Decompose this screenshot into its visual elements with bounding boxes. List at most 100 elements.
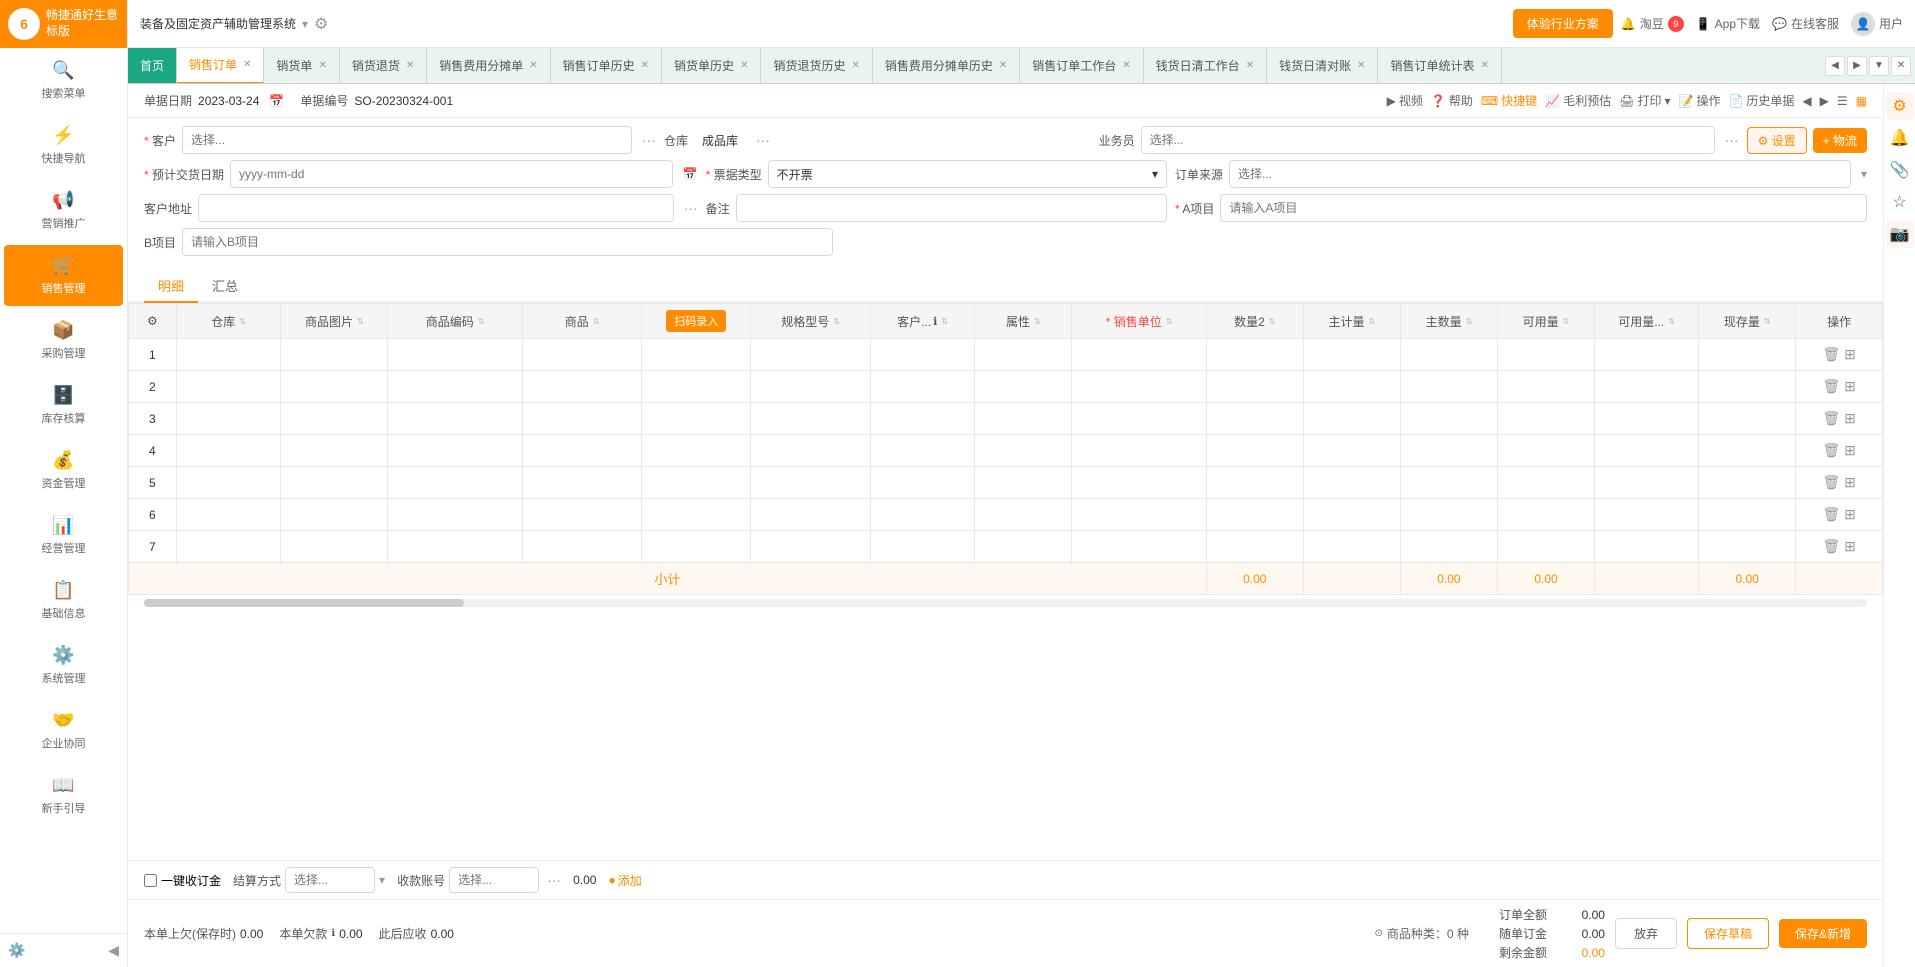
cell-5-7[interactable] <box>975 467 1072 499</box>
cell-3-10[interactable] <box>1303 403 1400 435</box>
delivery-calendar-icon[interactable]: 📅 <box>683 167 698 181</box>
cell-5-13[interactable] <box>1595 467 1699 499</box>
cell-6-5[interactable] <box>751 499 870 531</box>
cell-7-0[interactable] <box>176 531 281 563</box>
cell-2-6[interactable] <box>870 371 975 403</box>
cell-4-8[interactable] <box>1072 435 1206 467</box>
row-delete-1[interactable]: 🗑 <box>1822 346 1840 363</box>
date-value[interactable]: 2023-03-24 <box>198 94 259 108</box>
cell-4-5[interactable] <box>751 435 870 467</box>
th-main-unit-sort[interactable]: ⇅ <box>1369 317 1376 326</box>
cell-3-0[interactable] <box>176 403 281 435</box>
cell-5-3[interactable] <box>522 467 641 499</box>
tab-detail[interactable]: 明细 <box>144 270 198 303</box>
cell-4-10[interactable] <box>1303 435 1400 467</box>
tab-prev-button[interactable]: ◀ <box>1825 56 1845 76</box>
sidebar-item-guide[interactable]: 📖 新手引导 <box>4 765 123 826</box>
order-source-dropdown-icon[interactable]: ▾ <box>1861 167 1867 181</box>
cell-7-3[interactable] <box>522 531 641 563</box>
cell-6-12[interactable] <box>1497 499 1594 531</box>
discard-button[interactable]: 放弃 <box>1615 918 1677 949</box>
cell-6-11[interactable] <box>1400 499 1497 531</box>
calendar-icon[interactable]: 📅 <box>269 94 284 108</box>
cell-3-6[interactable] <box>870 403 975 435</box>
sidebar-item-sales[interactable]: 🛒 销售管理 <box>4 245 123 306</box>
tab-reconcile[interactable]: 钱货日清对账 ✕ <box>1267 48 1378 84</box>
cell-1-4[interactable] <box>642 339 751 371</box>
sidebar-item-enterprise[interactable]: 🤝 企业协同 <box>4 700 123 761</box>
th-spec-sort[interactable]: ⇅ <box>833 317 840 326</box>
horizontal-scrollbar[interactable] <box>144 599 1867 607</box>
sidebar-item-quick-nav[interactable]: ⚡ 快捷导航 <box>4 115 123 176</box>
topbar-dropdown-icon[interactable]: ▾ <box>302 17 308 31</box>
product-count-info-icon[interactable]: ⊙ <box>1375 928 1383 939</box>
tab-sales-return-close[interactable]: ✕ <box>406 60 414 71</box>
scan-button[interactable]: 扫码录入 <box>666 310 726 332</box>
profit-button[interactable]: 📈 毛利预估 <box>1545 92 1611 109</box>
th-product-sort[interactable]: ⇅ <box>593 317 600 326</box>
th-available-sort[interactable]: ⇅ <box>1563 317 1570 326</box>
cell-3-2[interactable] <box>388 403 522 435</box>
cell-1-1[interactable] <box>281 339 388 371</box>
cell-3-13[interactable] <box>1595 403 1699 435</box>
cell-6-6[interactable] <box>870 499 975 531</box>
customer-expand-icon[interactable]: ··· <box>642 132 656 148</box>
tab-sales-fee[interactable]: 销售费用分摊单 ✕ <box>427 48 550 84</box>
cell-1-12[interactable] <box>1497 339 1594 371</box>
cell-4-3[interactable] <box>522 435 641 467</box>
th-warehouse-sort[interactable]: ⇅ <box>239 317 246 326</box>
cell-5-0[interactable] <box>176 467 281 499</box>
row-delete-2[interactable]: 🗑 <box>1822 378 1840 395</box>
cell-7-2[interactable] <box>388 531 522 563</box>
tab-goods-history[interactable]: 销货单历史 ✕ <box>662 48 761 84</box>
cell-5-8[interactable] <box>1072 467 1206 499</box>
quick-deposit-checkbox[interactable] <box>144 874 157 887</box>
cell-2-3[interactable] <box>522 371 641 403</box>
cell-1-6[interactable] <box>870 339 975 371</box>
cell-3-3[interactable] <box>522 403 641 435</box>
settings-icon[interactable]: ⚙️ <box>8 942 25 959</box>
user-menu[interactable]: 👤 用户 <box>1851 12 1903 36</box>
cell-5-9[interactable] <box>1206 467 1303 499</box>
topbar-settings-icon[interactable]: ⚙ <box>314 14 328 34</box>
sidebar-item-inventory[interactable]: 🗄️ 库存核算 <box>4 375 123 436</box>
notice-button[interactable]: 🔔 淘豆 9 <box>1621 15 1684 32</box>
sidebar-item-basic-info[interactable]: 📋 基础信息 <box>4 570 123 631</box>
cell-7-6[interactable] <box>870 531 975 563</box>
cell-6-10[interactable] <box>1303 499 1400 531</box>
help-button[interactable]: ❓ 帮助 <box>1431 92 1473 109</box>
cell-2-11[interactable] <box>1400 371 1497 403</box>
tab-stats[interactable]: 销售订单统计表 ✕ <box>1378 48 1501 84</box>
cell-7-12[interactable] <box>1497 531 1594 563</box>
right-panel-bell[interactable]: 🔔 <box>1886 124 1914 152</box>
tab-sales-order-close[interactable]: ✕ <box>243 59 251 70</box>
nav-prev-button[interactable]: ◀ <box>1802 94 1811 108</box>
cell-1-10[interactable] <box>1303 339 1400 371</box>
tab-sales-order-history-close[interactable]: ✕ <box>641 60 649 71</box>
cell-3-7[interactable] <box>975 403 1072 435</box>
cell-5-10[interactable] <box>1303 467 1400 499</box>
cell-3-8[interactable] <box>1072 403 1206 435</box>
current-owe-info-icon[interactable]: ℹ <box>331 928 335 939</box>
sidebar-item-system[interactable]: ⚙️ 系统管理 <box>4 635 123 696</box>
row-copy-3[interactable]: ⊞ <box>1844 410 1856 427</box>
customer-input[interactable] <box>182 126 632 154</box>
cell-4-4[interactable] <box>642 435 751 467</box>
cell-7-13[interactable] <box>1595 531 1699 563</box>
cell-7-8[interactable] <box>1072 531 1206 563</box>
cell-5-6[interactable] <box>870 467 975 499</box>
tab-summary[interactable]: 汇总 <box>198 270 252 303</box>
cell-3-14[interactable] <box>1699 403 1796 435</box>
cell-4-14[interactable] <box>1699 435 1796 467</box>
nav-next-button[interactable]: ▶ <box>1820 94 1829 108</box>
row-copy-7[interactable]: ⊞ <box>1844 538 1856 555</box>
cell-7-14[interactable] <box>1699 531 1796 563</box>
table-settings-icon[interactable]: ⚙ <box>147 314 158 328</box>
staff-input[interactable] <box>1141 126 1715 154</box>
tab-close-all-button[interactable]: ✕ <box>1891 56 1911 76</box>
tab-stats-close[interactable]: ✕ <box>1481 60 1489 71</box>
th-unit-sort[interactable]: ⇅ <box>1166 317 1173 326</box>
cell-6-7[interactable] <box>975 499 1072 531</box>
cell-2-9[interactable] <box>1206 371 1303 403</box>
bank-expand-icon[interactable]: ··· <box>547 872 561 888</box>
